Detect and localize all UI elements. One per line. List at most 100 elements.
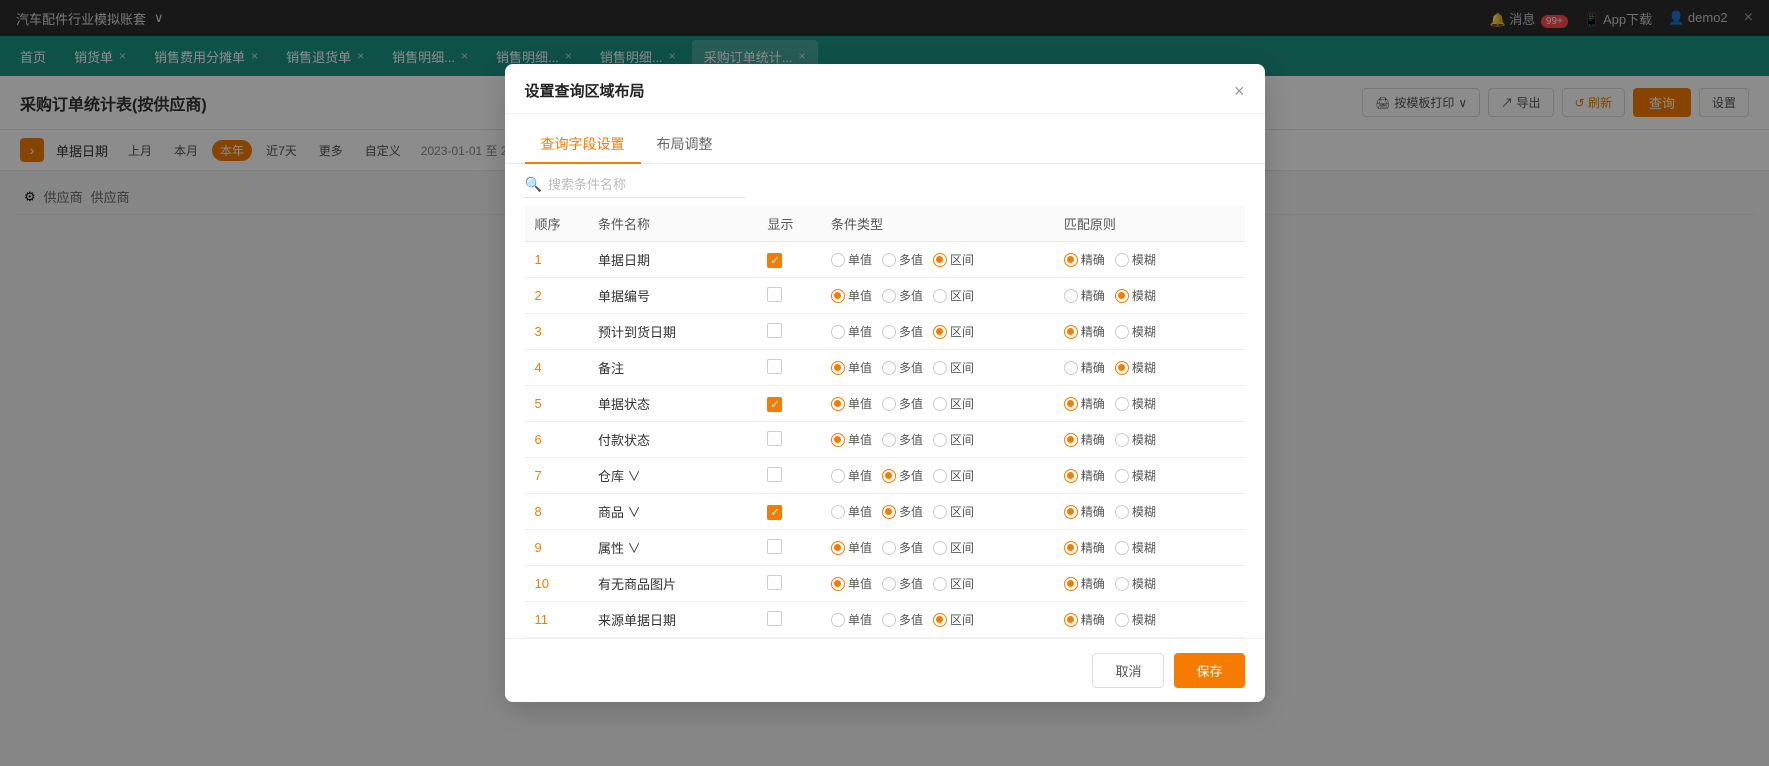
radio-type-单值-0[interactable]: 单值	[831, 251, 872, 268]
radio-match-模糊-3[interactable]: 模糊	[1115, 359, 1156, 376]
table-row: 2单据编号单值多值区间精确模糊	[525, 278, 1245, 314]
row-match-1: 精确模糊	[1054, 278, 1245, 314]
radio-match-模糊-4[interactable]: 模糊	[1115, 395, 1156, 412]
radio-type-多值-5[interactable]: 多值	[882, 431, 923, 448]
radio-match-模糊-2[interactable]: 模糊	[1115, 323, 1156, 340]
row-display-1[interactable]	[757, 278, 821, 314]
radio-type-单值-10[interactable]: 单值	[831, 611, 872, 628]
radio-match-精确-4[interactable]: 精确	[1064, 395, 1105, 412]
table-row: 9属性 ∨单值多值区间精确模糊	[525, 530, 1245, 566]
radio-type-区间-6[interactable]: 区间	[933, 467, 974, 484]
radio-type-多值-7[interactable]: 多值	[882, 503, 923, 520]
radio-type-单值-9[interactable]: 单值	[831, 575, 872, 592]
radio-match-模糊-1[interactable]: 模糊	[1115, 287, 1156, 304]
radio-type-区间-5[interactable]: 区间	[933, 431, 974, 448]
row-display-5[interactable]	[757, 422, 821, 458]
radio-type-多值-2[interactable]: 多值	[882, 323, 923, 340]
radio-type-多值-1[interactable]: 多值	[882, 287, 923, 304]
radio-type-多值-3[interactable]: 多值	[882, 359, 923, 376]
th-display: 显示	[757, 206, 821, 242]
table-row: 4备注单值多值区间精确模糊	[525, 350, 1245, 386]
dialog-close-button[interactable]: ×	[1234, 82, 1245, 100]
radio-match-circle-2	[1115, 325, 1129, 339]
row-seq-3: 4	[525, 350, 589, 386]
radio-type-区间-4[interactable]: 区间	[933, 395, 974, 412]
row-display-9[interactable]	[757, 566, 821, 602]
checkbox-8[interactable]	[767, 539, 782, 554]
radio-circle-9	[933, 577, 947, 591]
checkbox-2[interactable]	[767, 323, 782, 338]
radio-match-模糊-10[interactable]: 模糊	[1115, 611, 1156, 628]
radio-type-单值-5[interactable]: 单值	[831, 431, 872, 448]
checkbox-6[interactable]	[767, 467, 782, 482]
radio-type-区间-9[interactable]: 区间	[933, 575, 974, 592]
row-display-6[interactable]	[757, 458, 821, 494]
radio-match-精确-2[interactable]: 精确	[1064, 323, 1105, 340]
checkbox-5[interactable]	[767, 431, 782, 446]
row-display-7[interactable]: ✓	[757, 494, 821, 530]
row-display-2[interactable]	[757, 314, 821, 350]
radio-circle-5	[831, 433, 845, 447]
radio-match-精确-0[interactable]: 精确	[1064, 251, 1105, 268]
save-button[interactable]: 保存	[1174, 653, 1244, 688]
radio-match-circle-5	[1115, 433, 1129, 447]
radio-match-模糊-8[interactable]: 模糊	[1115, 539, 1156, 556]
radio-match-模糊-9[interactable]: 模糊	[1115, 575, 1156, 592]
radio-type-单值-8[interactable]: 单值	[831, 539, 872, 556]
radio-type-多值-9[interactable]: 多值	[882, 575, 923, 592]
radio-match-circle-9	[1064, 577, 1078, 591]
checkbox-4[interactable]: ✓	[767, 397, 782, 412]
row-seq-10: 11	[525, 602, 589, 638]
radio-match-精确-6[interactable]: 精确	[1064, 467, 1105, 484]
radio-match-精确-9[interactable]: 精确	[1064, 575, 1105, 592]
radio-type-单值-4[interactable]: 单值	[831, 395, 872, 412]
checkbox-1[interactable]	[767, 287, 782, 302]
table-row: 10有无商品图片单值多值区间精确模糊	[525, 566, 1245, 602]
radio-type-单值-2[interactable]: 单值	[831, 323, 872, 340]
radio-match-精确-5[interactable]: 精确	[1064, 431, 1105, 448]
search-input[interactable]	[548, 177, 745, 192]
checkbox-10[interactable]	[767, 611, 782, 626]
row-display-8[interactable]	[757, 530, 821, 566]
row-display-4[interactable]: ✓	[757, 386, 821, 422]
radio-match-模糊-5[interactable]: 模糊	[1115, 431, 1156, 448]
checkbox-7[interactable]: ✓	[767, 505, 782, 520]
radio-type-区间-1[interactable]: 区间	[933, 287, 974, 304]
radio-type-区间-0[interactable]: 区间	[933, 251, 974, 268]
tab-field-settings[interactable]: 查询字段设置	[525, 126, 641, 164]
radio-match-模糊-0[interactable]: 模糊	[1115, 251, 1156, 268]
radio-match-精确-1[interactable]: 精确	[1064, 287, 1105, 304]
radio-type-区间-3[interactable]: 区间	[933, 359, 974, 376]
radio-match-精确-7[interactable]: 精确	[1064, 503, 1105, 520]
radio-match-circle-0	[1115, 253, 1129, 267]
radio-type-区间-8[interactable]: 区间	[933, 539, 974, 556]
radio-circle-0	[831, 253, 845, 267]
radio-type-单值-1[interactable]: 单值	[831, 287, 872, 304]
radio-type-区间-7[interactable]: 区间	[933, 503, 974, 520]
row-name-1: 单据编号	[588, 278, 757, 314]
row-display-3[interactable]	[757, 350, 821, 386]
checkbox-3[interactable]	[767, 359, 782, 374]
radio-type-多值-10[interactable]: 多值	[882, 611, 923, 628]
radio-match-模糊-7[interactable]: 模糊	[1115, 503, 1156, 520]
radio-type-单值-6[interactable]: 单值	[831, 467, 872, 484]
row-display-0[interactable]: ✓	[757, 242, 821, 278]
radio-match-精确-3[interactable]: 精确	[1064, 359, 1105, 376]
radio-type-多值-6[interactable]: 多值	[882, 467, 923, 484]
radio-match-精确-8[interactable]: 精确	[1064, 539, 1105, 556]
radio-type-区间-10[interactable]: 区间	[933, 611, 974, 628]
radio-type-多值-0[interactable]: 多值	[882, 251, 923, 268]
row-display-10[interactable]	[757, 602, 821, 638]
row-name-0: 单据日期	[588, 242, 757, 278]
tab-layout-adjust[interactable]: 布局调整	[641, 126, 729, 164]
cancel-button[interactable]: 取消	[1092, 653, 1164, 688]
checkbox-0[interactable]: ✓	[767, 253, 782, 268]
radio-match-模糊-6[interactable]: 模糊	[1115, 467, 1156, 484]
checkbox-9[interactable]	[767, 575, 782, 590]
radio-type-单值-3[interactable]: 单值	[831, 359, 872, 376]
radio-match-精确-10[interactable]: 精确	[1064, 611, 1105, 628]
radio-type-多值-8[interactable]: 多值	[882, 539, 923, 556]
radio-type-多值-4[interactable]: 多值	[882, 395, 923, 412]
radio-type-区间-2[interactable]: 区间	[933, 323, 974, 340]
radio-type-单值-7[interactable]: 单值	[831, 503, 872, 520]
